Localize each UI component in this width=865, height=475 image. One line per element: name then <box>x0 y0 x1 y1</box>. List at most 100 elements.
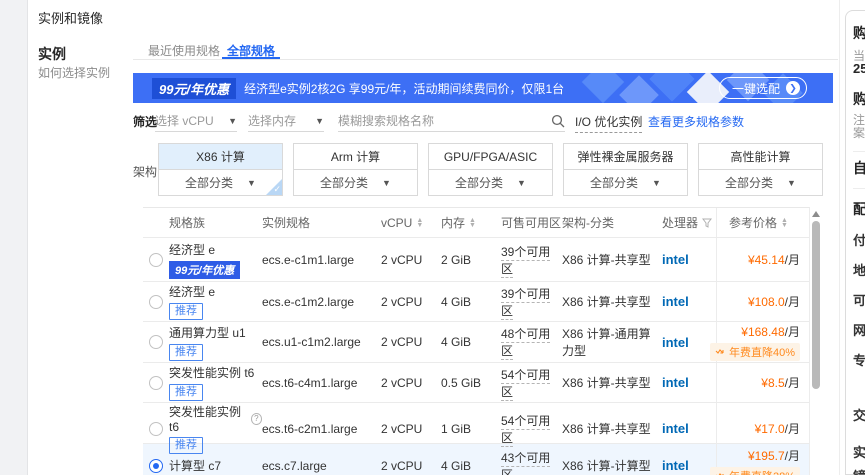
arch-tab-x86[interactable]: X86 计算 全部分类 ▼ ✓ <box>158 143 283 196</box>
filter-label: 筛选 <box>133 115 158 129</box>
arch-category-value: X86 计算-通用算力型 <box>562 327 651 358</box>
row-radio[interactable] <box>149 375 163 390</box>
memory-select[interactable]: 选择内存 ▼ <box>248 110 324 132</box>
filter-funnel-icon[interactable] <box>702 218 713 228</box>
help-icon[interactable]: ? <box>250 412 262 425</box>
memory-value: 4 GiB <box>441 458 472 473</box>
header-family: 规格族 <box>169 216 206 230</box>
sort-icon[interactable]: ▲ ▼ <box>781 217 788 229</box>
arch-x86-category-value: 全部分类 <box>185 176 234 190</box>
table-row[interactable]: 通用算力型 u1 推荐 ecs.u1-c1m2.large 2 vCPU 4 G… <box>143 322 809 363</box>
table-row[interactable]: 经济型 e 推荐 ecs.e-c1m2.large 2 vCPU 4 GiB 3… <box>143 282 809 322</box>
arch-arm-category-select[interactable]: 全部分类 ▼ <box>294 170 417 195</box>
panel-note: 案， <box>853 126 865 140</box>
chevron-down-icon: ▼ <box>787 177 796 188</box>
chevron-down-icon: ▼ <box>228 115 237 126</box>
memory-value: 2 GiB <box>441 252 472 267</box>
vcpu-value: 2 vCPU <box>381 294 423 309</box>
vcpu-select-placeholder: 选择 vCPU <box>155 114 214 128</box>
header-zones: 可售可用区 <box>501 216 562 230</box>
arch-tab-arm-label: Arm 计算 <box>294 144 417 170</box>
architecture-tabs: X86 计算 全部分类 ▼ ✓ Arm 计算 全部分类 ▼ GPU/FPGA/A… <box>158 143 823 196</box>
panel-field-label: 地域 <box>853 263 865 278</box>
price-cell: ¥195.7/月 年费直降28% <box>709 444 809 475</box>
sort-icon[interactable]: ▲ ▼ <box>416 217 423 229</box>
how-to-choose-instance-link[interactable]: 如何选择实例 <box>38 64 110 81</box>
tab-recent-specs[interactable]: 最近使用规格 <box>148 42 220 59</box>
spec-table: 规格族 实例规格 vCPU ▲ ▼ 内存 ▲ ▼ 可售可用区 架构-分类 处理器 参考价… <box>143 207 810 475</box>
arch-arm-category-value: 全部分类 <box>320 176 369 190</box>
family-name: 经济型 e <box>169 242 216 257</box>
active-tab-underline <box>222 57 280 59</box>
header-vcpu: vCPU ▲ ▼ <box>381 215 424 230</box>
row-radio[interactable] <box>149 335 163 349</box>
scroll-up-arrow-icon[interactable] <box>812 211 820 217</box>
family-name: 通用算力型 u1 <box>169 325 246 340</box>
table-row[interactable]: 突发性能实例 t6 ? 推荐 ecs.t6-c2m1.large 2 vCPU … <box>143 403 809 454</box>
spec-search-input[interactable] <box>338 113 551 128</box>
one-click-select-label: 一键选配 <box>731 81 780 96</box>
recommended-badge: 推荐 <box>169 437 203 454</box>
promo-price-badge: 99元/年优惠 <box>169 260 241 279</box>
table-row[interactable]: 经济型 e 99元/年优惠 ecs.e-c1m1.large 2 vCPU 2 … <box>143 238 809 282</box>
page-title: 实例和镜像 <box>38 11 104 26</box>
panel-heading: 自定 <box>853 160 865 176</box>
price-cell: ¥168.48/月 年费直降40% <box>709 322 809 362</box>
zones-value[interactable]: 54个可用区 <box>501 367 551 401</box>
arch-tab-gpu-fpga-asic[interactable]: GPU/FPGA/ASIC 全部分类 ▼ <box>428 143 553 196</box>
row-radio[interactable] <box>149 252 163 267</box>
intel-logo: intel <box>662 421 689 436</box>
family-cell: 突发性能实例 t6 ? 推荐 <box>169 403 262 454</box>
panel-field-label: 网络 <box>853 323 865 338</box>
row-radio-checked[interactable] <box>149 458 163 473</box>
left-gutter <box>0 0 28 475</box>
family-cell: 计算型 c7 <box>169 457 262 474</box>
promo-banner: 99元/年优惠 经济型e实例2核2G 享99元/年，活动期间续费同价，仅限1台 … <box>133 73 833 103</box>
header-spec: 实例规格 <box>262 216 311 230</box>
arrow-right-icon: ❯ <box>786 81 800 95</box>
panel-divider <box>853 151 865 152</box>
architecture-label: 架构 <box>133 165 158 179</box>
ecs-instance-selection-page: 实例和镜像 实例 如何选择实例 最近使用规格 全部规格 99元/年优惠 经济型e… <box>0 0 865 475</box>
family-name: 计算型 c7 <box>169 459 222 473</box>
io-optimized-label[interactable]: I/O 优化实例 <box>575 113 643 133</box>
table-row[interactable]: 突发性能实例 t6 推荐 ecs.t6-c4m1.large 2 vCPU 0.… <box>143 363 809 403</box>
section-title-instance: 实例 <box>38 46 66 62</box>
arch-gpu-category-select[interactable]: 全部分类 ▼ <box>429 170 552 195</box>
arch-bare-metal-category-select[interactable]: 全部分类 ▼ <box>564 170 687 195</box>
family-cell: 突发性能实例 t6 推荐 <box>169 364 262 401</box>
sort-icon[interactable]: ▲ ▼ <box>469 217 476 229</box>
vcpu-value: 2 vCPU <box>381 335 423 349</box>
intel-logo: intel <box>662 375 689 390</box>
family-name: 突发性能实例 t6 <box>169 366 255 380</box>
price-cell: ¥108.0/月 <box>716 282 809 321</box>
cube-decoration <box>581 73 625 103</box>
arch-tab-hpc[interactable]: 高性能计算 全部分类 ▼ <box>698 143 823 196</box>
zones-value[interactable]: 39个可用区 <box>501 244 551 278</box>
row-radio[interactable] <box>149 294 163 309</box>
order-summary-panel: 购买 当前 25G 购买 注意 案， 自定 配置 付费 地域 可用 网络 专有 … <box>845 10 865 475</box>
zones-value[interactable]: 39个可用区 <box>501 286 551 320</box>
panel-value: 25G <box>853 61 865 76</box>
annual-discount-badge: 年费直降40% <box>709 343 800 361</box>
arch-tab-bare-metal[interactable]: 弹性裸金属服务器 全部分类 ▼ <box>563 143 688 196</box>
scrollbar-thumb[interactable] <box>812 221 820 389</box>
vcpu-value: 2 vCPU <box>381 458 423 473</box>
arch-tab-x86-label: X86 计算 <box>159 144 282 170</box>
more-spec-params-link[interactable]: 查看更多规格参数 <box>648 113 744 130</box>
row-radio[interactable] <box>149 421 163 436</box>
zones-value[interactable]: 48个可用区 <box>501 327 551 360</box>
arch-tab-arm[interactable]: Arm 计算 全部分类 ▼ <box>293 143 418 196</box>
memory-select-placeholder: 选择内存 <box>248 114 297 128</box>
zones-value[interactable]: 54个可用区 <box>501 413 551 447</box>
zones-value[interactable]: 43个可用区 <box>501 450 551 475</box>
header-memory: 内存 ▲ ▼ <box>441 216 476 230</box>
one-click-select-button[interactable]: 一键选配 ❯ <box>718 77 807 99</box>
vcpu-value: 2 vCPU <box>381 252 423 267</box>
search-icon[interactable] <box>551 114 565 128</box>
instance-spec: ecs.c7.large <box>262 458 327 473</box>
arch-hpc-category-select[interactable]: 全部分类 ▼ <box>699 170 822 195</box>
panel-heading: 配置 <box>853 201 865 217</box>
vcpu-select[interactable]: 选择 vCPU ▼ <box>155 110 237 132</box>
arch-x86-category-select[interactable]: 全部分类 ▼ <box>159 170 282 195</box>
